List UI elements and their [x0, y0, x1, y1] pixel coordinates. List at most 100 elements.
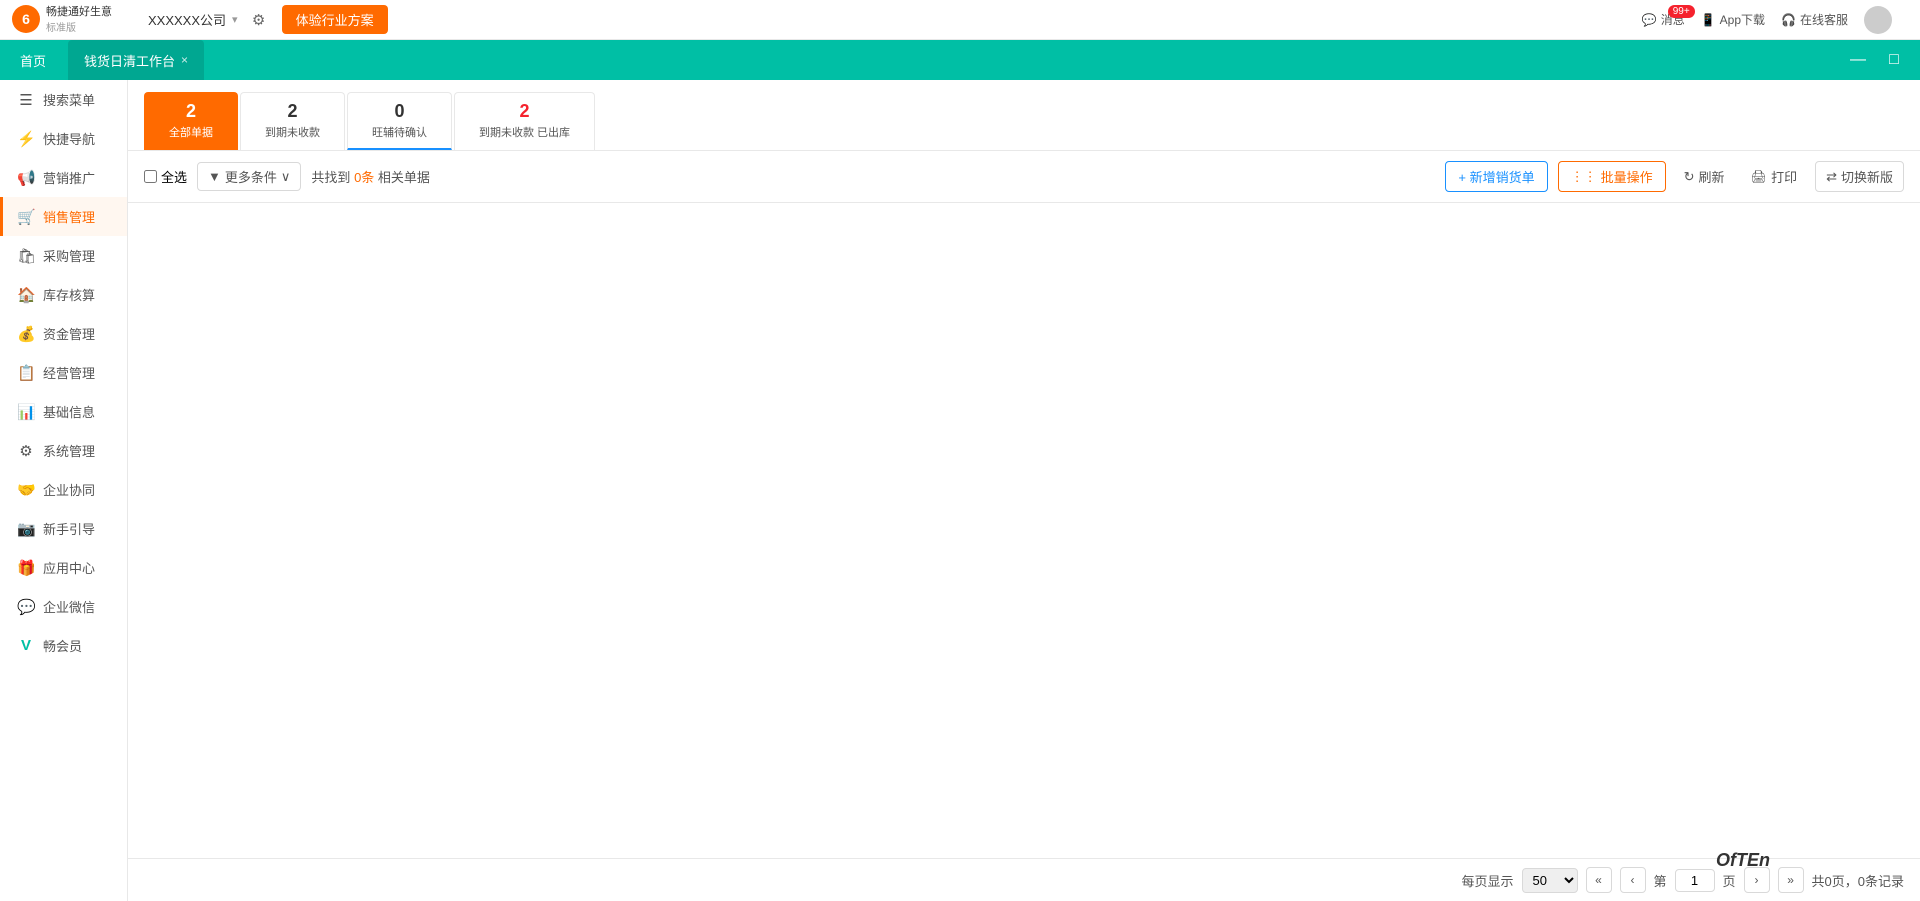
sidebar-item-purchase[interactable]: 🛍 采购管理 — [0, 236, 127, 275]
app-download-label: App下载 — [1720, 11, 1765, 28]
settings-icon[interactable]: ⚙ — [246, 7, 272, 33]
sidebar-item-guide[interactable]: 📷 新手引导 — [0, 509, 127, 548]
sidebar-label: 采购管理 — [43, 246, 95, 265]
app-name: 畅捷通好生意 — [46, 5, 112, 19]
company-selector[interactable]: XXXXXX公司 ▾ — [148, 10, 238, 29]
enterprise-wx-icon: 💬 — [17, 598, 35, 616]
guide-icon: 📷 — [17, 520, 35, 538]
sidebar-item-finance[interactable]: 💰 资金管理 — [0, 314, 127, 353]
basic-info-icon: 📊 — [17, 403, 35, 421]
filter-tab-wangwang[interactable]: 0 旺辅待确认 — [347, 92, 452, 150]
message-badge: 99+ — [1668, 5, 1695, 18]
filter-tab-overdue-unpaid[interactable]: 2 到期未收款 — [240, 92, 345, 150]
filter-tab-overdue-unpaid-count: 2 — [265, 101, 320, 122]
filter-tab-overdue-unshipped[interactable]: 2 到期未收款 已出库 — [454, 92, 595, 150]
found-count: 0条 — [354, 170, 374, 185]
app-version: 标准版 — [46, 19, 112, 34]
filter-tab-overdue-unpaid-label: 到期未收款 — [265, 124, 320, 140]
page-suffix: 页 — [1723, 871, 1736, 890]
batch-op-button[interactable]: ⋮⋮ 批量操作 — [1558, 161, 1666, 192]
topbar-right: 💬 消息 99+ 📱 App下载 🎧 在线客服 — [1642, 6, 1908, 34]
toolbar-right: + 新增销货单 ⋮⋮ 批量操作 ↻ 刷新 🖨 打印 ⇄ 切换新版 — [1445, 161, 1904, 192]
select-all-input[interactable] — [144, 170, 157, 183]
sidebar-label: 基础信息 — [43, 402, 95, 421]
sidebar: ☰ 搜索菜单 ⚡ 快捷导航 📢 营销推广 🛒 销售管理 🛍 采购管理 🏠 库存核… — [0, 80, 128, 901]
toolbar-left: 全选 ▼ 更多条件 ∨ 共找到 0条 相关单据 — [144, 162, 1435, 191]
sidebar-item-member[interactable]: V 畅会员 — [0, 626, 127, 665]
sidebar-item-marketing[interactable]: 📢 营销推广 — [0, 158, 127, 197]
message-icon: 💬 — [1642, 13, 1657, 27]
found-text: 共找到 0条 相关单据 — [311, 167, 430, 186]
footer-pagination: 每页显示 50 100 200 « ‹ 第 页 › » 共0页，0条记录 — [128, 858, 1920, 901]
sidebar-label: 系统管理 — [43, 441, 95, 460]
sidebar-label: 应用中心 — [43, 558, 95, 577]
sidebar-item-quick-nav[interactable]: ⚡ 快捷导航 — [0, 119, 127, 158]
sidebar-item-enterprise-coop[interactable]: 🤝 企业协同 — [0, 470, 127, 509]
print-button[interactable]: 🖨 打印 — [1743, 162, 1806, 191]
sidebar-label: 快捷导航 — [43, 129, 95, 148]
trial-button[interactable]: 体验行业方案 — [282, 5, 388, 34]
chevron-down-icon: ▾ — [232, 13, 238, 26]
refresh-icon: ↻ — [1684, 169, 1695, 185]
total-records: 共0页，0条记录 — [1812, 871, 1904, 890]
maximize-icon[interactable]: □ — [1880, 46, 1908, 74]
filter-tab-wangwang-count: 0 — [372, 101, 427, 122]
sidebar-item-search-menu[interactable]: ☰ 搜索菜单 — [0, 80, 127, 119]
app-download-button[interactable]: 📱 App下载 — [1701, 11, 1765, 28]
page-number-input[interactable] — [1675, 869, 1715, 892]
refresh-button[interactable]: ↻ 刷新 — [1676, 162, 1733, 191]
sidebar-label: 企业微信 — [43, 597, 95, 616]
filter-tab-wangwang-label: 旺辅待确认 — [372, 124, 427, 140]
print-icon: 🖨 — [1751, 169, 1768, 185]
switch-version-button[interactable]: ⇄ 切换新版 — [1815, 161, 1904, 192]
page-size-label: 每页显示 — [1461, 871, 1513, 890]
first-page-button[interactable]: « — [1586, 867, 1612, 893]
app-logo: 6 畅捷通好生意 标准版 — [12, 5, 140, 34]
prev-page-button[interactable]: ‹ — [1620, 867, 1646, 893]
avatar[interactable] — [1864, 6, 1892, 34]
batch-icon: ⋮⋮ — [1571, 169, 1597, 185]
message-button[interactable]: 💬 消息 99+ — [1642, 11, 1685, 28]
last-page-button[interactable]: » — [1778, 867, 1804, 893]
logo-icon: 6 — [12, 5, 40, 33]
filter-tab-all[interactable]: 2 全部单据 — [144, 92, 238, 150]
purchase-icon: 🛍 — [17, 247, 35, 265]
sales-icon: 🛒 — [17, 208, 35, 226]
toolbar: 全选 ▼ 更多条件 ∨ 共找到 0条 相关单据 + 新增销货单 ⋮⋮ — [128, 151, 1920, 203]
sidebar-item-sales[interactable]: 🛒 销售管理 — [0, 197, 127, 236]
filter-more-button[interactable]: ▼ 更多条件 ∨ — [197, 162, 301, 191]
enterprise-coop-icon: 🤝 — [17, 481, 35, 499]
table-area — [128, 203, 1920, 858]
sidebar-item-app-center[interactable]: 🎁 应用中心 — [0, 548, 127, 587]
topbar: 6 畅捷通好生意 标准版 XXXXXX公司 ▾ ⚙ 体验行业方案 💬 消息 99… — [0, 0, 1920, 40]
new-sale-button[interactable]: + 新增销货单 — [1445, 161, 1547, 192]
sidebar-label: 企业协同 — [43, 480, 95, 499]
filter-label: 更多条件 — [225, 167, 277, 186]
tab-home[interactable]: 首页 — [0, 40, 66, 80]
filter-tab-all-label: 全部单据 — [169, 124, 213, 140]
company-name: XXXXXX公司 — [148, 10, 226, 29]
next-page-button[interactable]: › — [1744, 867, 1770, 893]
quick-nav-icon: ⚡ — [17, 130, 35, 148]
app-center-icon: 🎁 — [17, 559, 35, 577]
sidebar-label: 销售管理 — [43, 207, 95, 226]
headset-icon: 🎧 — [1781, 13, 1796, 27]
page-size-select[interactable]: 50 100 200 — [1522, 868, 1578, 893]
filter-tab-overdue-unshipped-count: 2 — [479, 101, 570, 122]
tab-qrjq[interactable]: 钱货日清工作台 × — [68, 40, 204, 80]
sidebar-item-inventory[interactable]: 🏠 库存核算 — [0, 275, 127, 314]
online-service-button[interactable]: 🎧 在线客服 — [1781, 11, 1848, 28]
select-all-checkbox[interactable]: 全选 — [144, 167, 187, 186]
sidebar-item-basic-info[interactable]: 📊 基础信息 — [0, 392, 127, 431]
filter-tabs: 2 全部单据 2 到期未收款 0 旺辅待确认 2 到期未收款 已出库 — [128, 80, 1920, 151]
tabbar: 首页 钱货日清工作台 × — □ — [0, 40, 1920, 80]
sidebar-item-enterprise-wx[interactable]: 💬 企业微信 — [0, 587, 127, 626]
sidebar-label: 营销推广 — [43, 168, 95, 187]
sidebar-item-operations[interactable]: 📋 经营管理 — [0, 353, 127, 392]
content-area: 2 全部单据 2 到期未收款 0 旺辅待确认 2 到期未收款 已出库 全选 — [128, 80, 1920, 901]
sidebar-item-system[interactable]: ⚙ 系统管理 — [0, 431, 127, 470]
inventory-icon: 🏠 — [17, 286, 35, 304]
minimize-icon[interactable]: — — [1844, 46, 1872, 74]
tab-close-icon[interactable]: × — [181, 53, 188, 67]
filter-tab-all-count: 2 — [169, 101, 213, 122]
